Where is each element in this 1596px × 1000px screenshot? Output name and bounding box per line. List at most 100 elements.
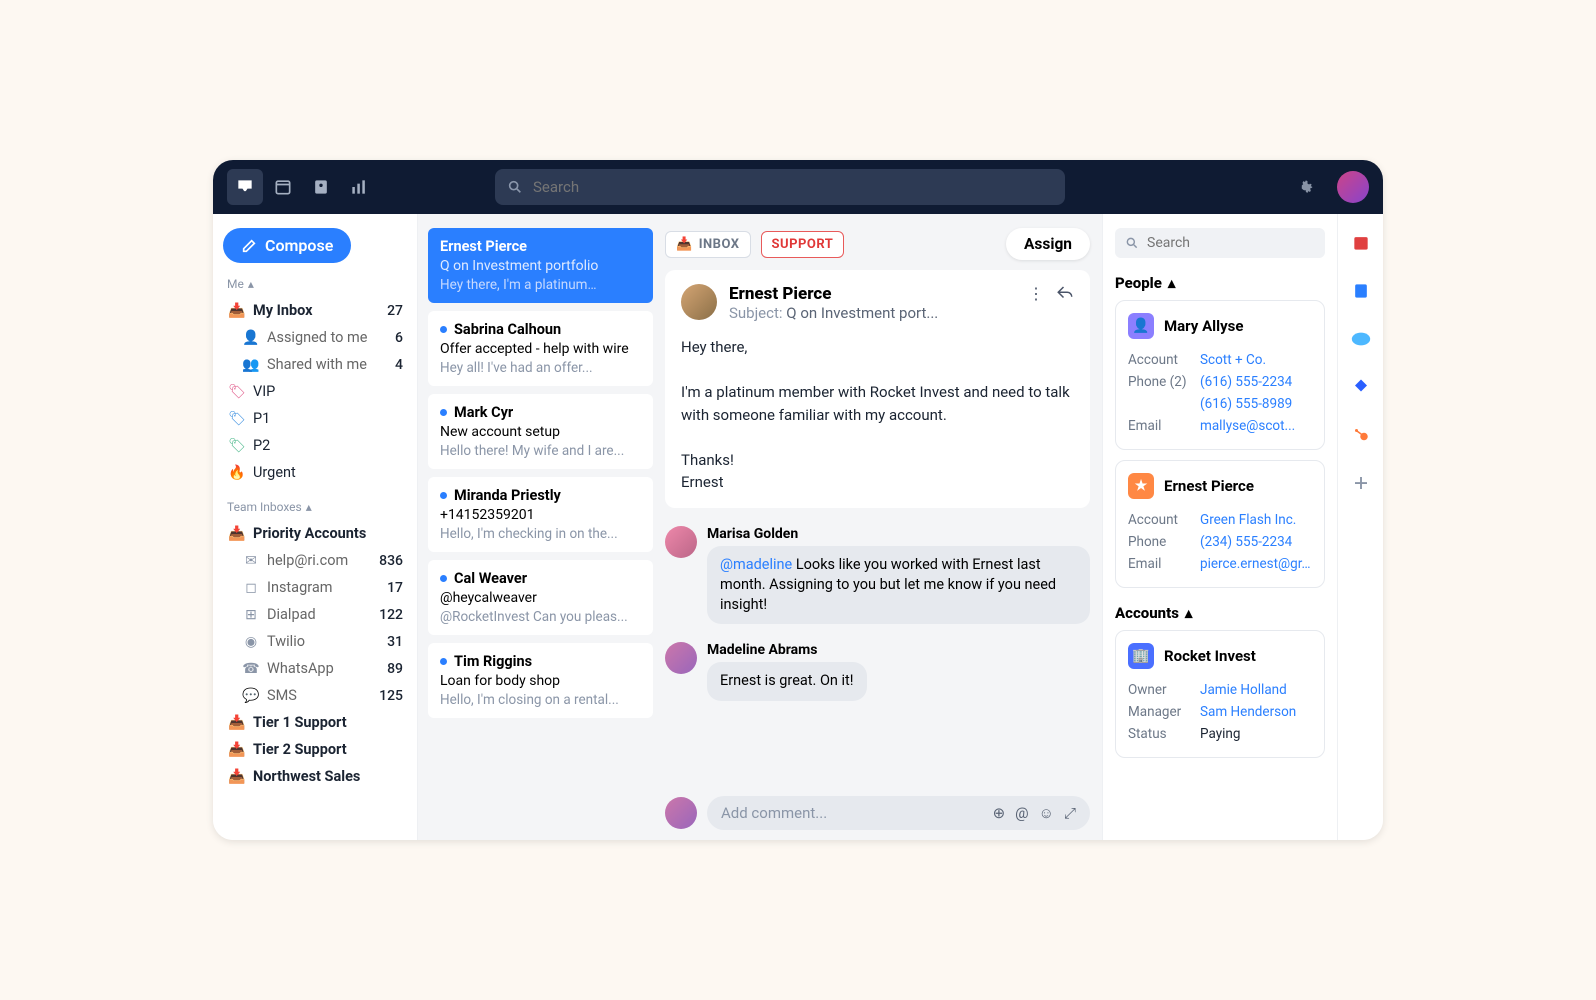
sidebar: Compose Me ▴ 📥 My Inbox 27 👤 Assigned to… bbox=[213, 214, 418, 840]
unread-dot-icon bbox=[440, 658, 447, 665]
inbox-icon: 📥 bbox=[227, 769, 247, 785]
comment-input[interactable]: Add comment... ⊕ @ ☺ ⤢ bbox=[707, 796, 1090, 830]
tag-icon: 🏷 bbox=[227, 411, 247, 427]
reply-icon[interactable] bbox=[1056, 284, 1074, 303]
expand-icon[interactable]: ⤢ bbox=[1064, 804, 1076, 822]
section-accounts[interactable]: Accounts ▴ bbox=[1115, 604, 1325, 622]
sidebar-item-p2[interactable]: 🏷P2 bbox=[223, 432, 407, 459]
thread-item[interactable]: Cal Weaver @heycalweaver @RocketInvest C… bbox=[428, 560, 653, 635]
topbar bbox=[213, 160, 1383, 214]
mention-icon[interactable]: @ bbox=[1015, 804, 1028, 822]
message-body: Hey there, I'm a platinum member with Ro… bbox=[681, 336, 1074, 494]
emoji-icon[interactable]: ☺ bbox=[1039, 804, 1054, 822]
rail-salesforce-icon[interactable] bbox=[1348, 326, 1374, 352]
sidebar-channel[interactable]: ☎WhatsApp89 bbox=[223, 655, 407, 682]
app-window: Compose Me ▴ 📥 My Inbox 27 👤 Assigned to… bbox=[213, 160, 1383, 840]
nav-contacts-icon[interactable] bbox=[303, 169, 339, 205]
inbox-icon: 📥 bbox=[676, 237, 693, 252]
fire-icon: 🔥 bbox=[227, 465, 247, 481]
compose-icon bbox=[241, 238, 257, 254]
inbox-icon: 📥 bbox=[227, 742, 247, 758]
topbar-right bbox=[1287, 169, 1369, 205]
mail-icon: ✉ bbox=[241, 553, 261, 569]
search-input[interactable] bbox=[533, 178, 1053, 196]
compose-label: Compose bbox=[265, 236, 333, 255]
commenter-name: Madeline Abrams bbox=[707, 642, 867, 658]
message-subject: Subject: Q on Investment port... bbox=[729, 304, 938, 322]
sidebar-item-tier2[interactable]: 📥Tier 2 Support bbox=[223, 736, 407, 763]
user-avatar[interactable] bbox=[1337, 171, 1369, 203]
contact-card[interactable]: ★Ernest Pierce AccountGreen Flash Inc. P… bbox=[1115, 460, 1325, 588]
search-icon bbox=[507, 179, 523, 195]
sidebar-channel[interactable]: ◻Instagram17 bbox=[223, 574, 407, 601]
thread-item[interactable]: Mark Cyr New account setup Hello there! … bbox=[428, 394, 653, 469]
rail-hubspot-icon[interactable] bbox=[1348, 422, 1374, 448]
person-icon: 👤 bbox=[241, 330, 261, 346]
sidebar-channel[interactable]: 💬SMS125 bbox=[223, 682, 407, 709]
comment: Madeline Abrams Ernest is great. On it! bbox=[665, 642, 1090, 700]
rail-jira-icon[interactable] bbox=[1348, 374, 1374, 400]
account-card[interactable]: 🏢Rocket Invest OwnerJamie Holland Manage… bbox=[1115, 630, 1325, 758]
sidebar-item-urgent[interactable]: 🔥Urgent bbox=[223, 459, 407, 486]
building-icon: 🏢 bbox=[1128, 643, 1154, 669]
settings-gear-icon[interactable] bbox=[1287, 169, 1323, 205]
nav-inbox-icon[interactable] bbox=[227, 169, 263, 205]
assign-button[interactable]: Assign bbox=[1006, 228, 1090, 260]
thread-item[interactable]: Sabrina Calhoun Offer accepted - help wi… bbox=[428, 311, 653, 386]
commenter-avatar[interactable] bbox=[665, 642, 697, 674]
message-card: Ernest Pierce Subject: Q on Investment p… bbox=[665, 270, 1090, 508]
tags-row: 📥INBOX SUPPORT Assign bbox=[665, 228, 1090, 260]
sidebar-channel[interactable]: ◉Twilio31 bbox=[223, 628, 407, 655]
compose-button[interactable]: Compose bbox=[223, 228, 351, 263]
integration-rail bbox=[1337, 214, 1383, 840]
more-icon[interactable]: ⋮ bbox=[1028, 284, 1044, 303]
sidebar-item-p1[interactable]: 🏷P1 bbox=[223, 405, 407, 432]
comment: Marisa Golden @madeline Looks like you w… bbox=[665, 526, 1090, 625]
sidebar-channel[interactable]: ⊞Dialpad122 bbox=[223, 601, 407, 628]
sidebar-item-assigned[interactable]: 👤 Assigned to me 6 bbox=[223, 324, 407, 351]
message-actions: ⋮ bbox=[1028, 284, 1074, 303]
details-search-input[interactable] bbox=[1147, 235, 1315, 251]
section-people[interactable]: People ▴ bbox=[1115, 274, 1325, 292]
sms-icon: 💬 bbox=[241, 688, 261, 704]
thread-item[interactable]: Miranda Priestly +14152359201 Hello, I'm… bbox=[428, 477, 653, 552]
commenter-name: Marisa Golden bbox=[707, 526, 1090, 542]
tag-support[interactable]: SUPPORT bbox=[761, 231, 845, 258]
section-me[interactable]: Me ▴ bbox=[227, 277, 403, 291]
tag-inbox[interactable]: 📥INBOX bbox=[665, 231, 751, 258]
thread-item[interactable]: Tim Riggins Loan for body shop Hello, I'… bbox=[428, 643, 653, 718]
sender-avatar[interactable] bbox=[681, 284, 717, 320]
unread-dot-icon bbox=[440, 409, 447, 416]
mention[interactable]: @madeline bbox=[720, 556, 792, 573]
twilio-icon: ◉ bbox=[241, 634, 261, 650]
rail-contacts-icon[interactable] bbox=[1348, 278, 1374, 304]
comment-bubble: @madeline Looks like you worked with Ern… bbox=[707, 546, 1090, 625]
inbox-icon: 📥 bbox=[227, 526, 247, 542]
nav-analytics-icon[interactable] bbox=[341, 169, 377, 205]
chevron-up-icon: ▴ bbox=[1168, 274, 1176, 292]
thread-item[interactable]: Ernest Pierce Q on Investment portfolio … bbox=[428, 228, 653, 303]
sidebar-item-vip[interactable]: 🏷VIP bbox=[223, 378, 407, 405]
details-search[interactable] bbox=[1115, 228, 1325, 258]
contact-card[interactable]: 👤Mary Allyse AccountScott + Co. Phone (2… bbox=[1115, 300, 1325, 450]
sidebar-channel[interactable]: ✉help@ri.com836 bbox=[223, 547, 407, 574]
sender-name: Ernest Pierce bbox=[729, 284, 938, 304]
unread-dot-icon bbox=[440, 575, 447, 582]
sidebar-item-tier1[interactable]: 📥Tier 1 Support bbox=[223, 709, 407, 736]
tag-icon: 🏷 bbox=[227, 384, 247, 400]
chevron-up-icon: ▴ bbox=[248, 277, 254, 291]
instagram-icon: ◻ bbox=[241, 580, 261, 596]
section-team[interactable]: Team Inboxes ▴ bbox=[227, 500, 403, 514]
add-icon[interactable]: ⊕ bbox=[993, 804, 1006, 822]
sidebar-item-priority[interactable]: 📥Priority Accounts bbox=[223, 520, 407, 547]
sidebar-item-nw[interactable]: 📥Northwest Sales bbox=[223, 763, 407, 790]
rail-calendar-icon[interactable] bbox=[1348, 230, 1374, 256]
nav-calendar-icon[interactable] bbox=[265, 169, 301, 205]
unread-dot-icon bbox=[440, 492, 447, 499]
self-avatar bbox=[665, 797, 697, 829]
rail-add-icon[interactable] bbox=[1348, 470, 1374, 496]
commenter-avatar[interactable] bbox=[665, 526, 697, 558]
search-bar[interactable] bbox=[495, 169, 1065, 205]
sidebar-item-shared[interactable]: 👥 Shared with me 4 bbox=[223, 351, 407, 378]
sidebar-item-my-inbox[interactable]: 📥 My Inbox 27 bbox=[223, 297, 407, 324]
